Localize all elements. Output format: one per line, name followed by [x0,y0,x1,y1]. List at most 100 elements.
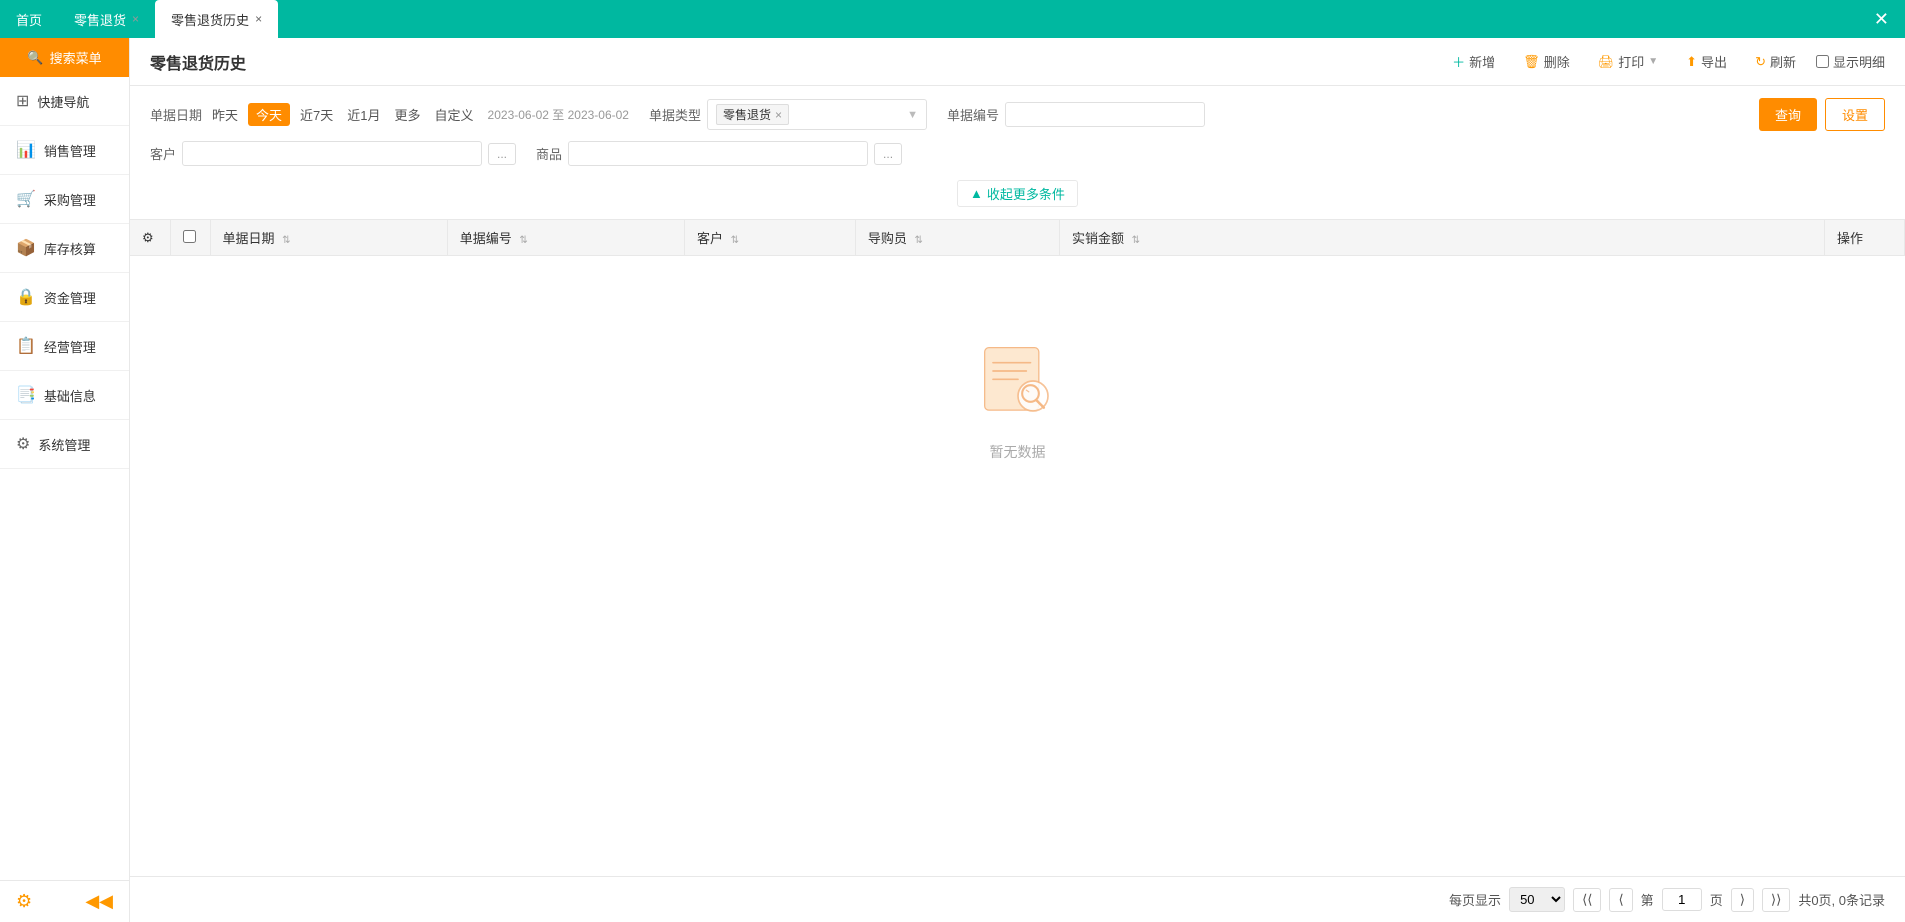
pagination-last-btn[interactable]: ⟩⟩ [1762,888,1790,912]
date-opt-1month[interactable]: 近1月 [343,103,384,126]
customer-label: 客户 [150,144,176,163]
goods-ellipsis-btn[interactable]: ... [874,143,902,165]
close-window-btn[interactable]: ✕ [1874,9,1905,30]
sidebar-bottom: ⚙ ◀◀ [0,880,129,922]
tab-retail-return-history[interactable]: 零售退货历史 × [155,0,278,38]
date-opt-yesterday[interactable]: 昨天 [208,103,242,126]
th-customer: 客户 ⇅ [684,220,855,256]
sidebar: 🔍 搜索菜单 ⊞ 快捷导航 📊 销售管理 🛒 采购管理 📦 库存核算 🔒 [0,38,130,922]
tab-retail-return[interactable]: 零售退货 × [58,0,155,38]
query-button[interactable]: 查询 [1759,98,1817,131]
tab-retail-return-history-label: 零售退货历史 [171,10,249,29]
voucher-type-label: 单据类型 [649,105,701,124]
sidebar-item-purchase-label: 采购管理 [44,190,96,209]
voucher-type-tag: 零售退货 × [716,104,789,125]
goods-label: 商品 [536,144,562,163]
sidebar-item-finance[interactable]: 🔒 资金管理 [0,273,129,322]
sidebar-item-sales-mgmt[interactable]: 📊 销售管理 [0,126,129,175]
sidebar-item-system-mgmt[interactable]: ⚙ 系统管理 [0,420,129,469]
sidebar-search[interactable]: 🔍 搜索菜单 [0,38,129,77]
voucher-no-label: 单据编号 [947,105,999,124]
pagination-next-btn[interactable]: ⟩ [1731,888,1754,912]
tab-home-label: 首页 [16,10,42,29]
sidebar-item-purchase-mgmt[interactable]: 🛒 采购管理 [0,175,129,224]
collapse-button[interactable]: ▲ 收起更多条件 [957,180,1078,207]
collapse-label: 收起更多条件 [987,184,1065,203]
empty-state: 暂无数据 [130,256,1905,542]
filter-row-1: 单据日期 昨天 今天 近7天 近1月 更多 自定义 2023-06-02 至 2… [150,98,1885,131]
sidebar-item-inventory[interactable]: 📦 库存核算 [0,224,129,273]
th-no-sort[interactable]: ⇅ [519,235,527,246]
new-btn[interactable]: ＋ 新增 [1444,48,1503,75]
show-detail-wrapper: 显示明细 [1816,52,1885,71]
new-label: 新增 [1469,52,1495,71]
voucher-type-tag-close[interactable]: × [775,108,782,122]
close-window-icon: ✕ [1874,9,1889,29]
tab-retail-return-label: 零售退货 [74,10,126,29]
collapse-arrow-icon: ▲ [970,186,983,201]
th-date-sort[interactable]: ⇅ [282,235,290,246]
collapse-sidebar-icon[interactable]: ◀◀ [85,891,113,912]
delete-btn[interactable]: 🗑 删除 [1515,48,1578,75]
print-arrow: ▼ [1648,56,1658,67]
page-suffix: 页 [1710,890,1723,909]
page-label: 第 [1641,890,1654,909]
close-tab-retail-return-history[interactable]: × [255,12,262,26]
print-btn[interactable]: 🖨 打印 ▼ [1590,48,1666,75]
sidebar-item-operations[interactable]: 📋 经营管理 [0,322,129,371]
sidebar-item-basic-info-label: 基础信息 [44,386,96,405]
th-customer-sort[interactable]: ⇅ [731,235,739,246]
operations-icon: 📋 [16,336,36,356]
date-opt-more[interactable]: 更多 [391,103,425,126]
voucher-no-input[interactable] [1005,102,1205,127]
select-all-checkbox[interactable] [183,230,196,243]
th-guide-sort[interactable]: ⇅ [915,235,923,246]
tab-home[interactable]: 首页 [0,0,58,38]
voucher-no-filter-item: 单据编号 [947,102,1205,127]
export-btn[interactable]: ⬆ 导出 [1678,48,1735,75]
sidebar-item-quick-nav[interactable]: ⊞ 快捷导航 [0,77,129,126]
settings-button[interactable]: 设置 [1825,98,1885,131]
sidebar-item-sales-label: 销售管理 [44,141,96,160]
page-input[interactable] [1662,888,1702,911]
refresh-btn[interactable]: ↻ 刷新 [1747,48,1804,75]
close-tab-retail-return[interactable]: × [132,12,139,26]
date-filter-label: 单据日期 [150,105,202,124]
finance-icon: 🔒 [16,287,36,307]
th-guide-label: 导购员 [868,231,907,246]
sidebar-item-basic-info[interactable]: 📑 基础信息 [0,371,129,420]
goods-input[interactable] [568,141,868,166]
date-opt-today[interactable]: 今天 [248,103,290,126]
top-bar: 首页 零售退货 × 零售退货历史 × ✕ [0,0,1905,38]
column-settings-icon[interactable]: ⚙ [142,230,154,245]
voucher-type-select[interactable]: 零售退货 × ▼ [707,99,927,130]
query-buttons-group: 查询 设置 [1759,98,1885,131]
table-header-row: ⚙ 单据日期 ⇅ 单据编号 ⇅ [130,220,1905,256]
th-amount-sort[interactable]: ⇅ [1132,235,1140,246]
main-layout: 🔍 搜索菜单 ⊞ 快捷导航 📊 销售管理 🛒 采购管理 📦 库存核算 🔒 [0,38,1905,922]
customer-ellipsis-btn[interactable]: ... [488,143,516,165]
sidebar-items: ⊞ 快捷导航 📊 销售管理 🛒 采购管理 📦 库存核算 🔒 资金管理 📋 [0,77,129,880]
content-area: 零售退货历史 ＋ 新增 🗑 删除 🖨 打印 ▼ ⬆ 导出 [130,38,1905,922]
customer-input[interactable] [182,141,482,166]
delete-icon: 🗑 [1523,54,1540,70]
date-opt-custom[interactable]: 自定义 [431,103,478,126]
pagination-first-btn[interactable]: ⟨⟨ [1573,888,1601,912]
show-detail-label-text: 显示明细 [1833,52,1885,71]
sidebar-item-operations-label: 经营管理 [44,337,96,356]
pagination-prev-btn[interactable]: ⟨ [1609,888,1632,912]
inventory-icon: 📦 [16,238,36,258]
voucher-type-dropdown-arrow: ▼ [907,109,918,121]
date-opt-7days[interactable]: 近7天 [296,103,337,126]
th-checkbox[interactable] [170,220,210,256]
th-date: 单据日期 ⇅ [210,220,447,256]
th-settings[interactable]: ⚙ [130,220,170,256]
settings-gear-icon[interactable]: ⚙ [16,891,32,912]
show-detail-checkbox[interactable] [1816,55,1829,68]
search-icon: 🔍 [27,50,43,66]
export-icon: ⬆ [1686,54,1697,70]
per-page-label: 每页显示 [1449,890,1501,909]
per-page-select[interactable]: 10 20 50 100 [1509,887,1565,912]
header-actions: ＋ 新增 🗑 删除 🖨 打印 ▼ ⬆ 导出 ↻ 刷新 [1444,48,1885,75]
delete-label: 删除 [1544,52,1570,71]
